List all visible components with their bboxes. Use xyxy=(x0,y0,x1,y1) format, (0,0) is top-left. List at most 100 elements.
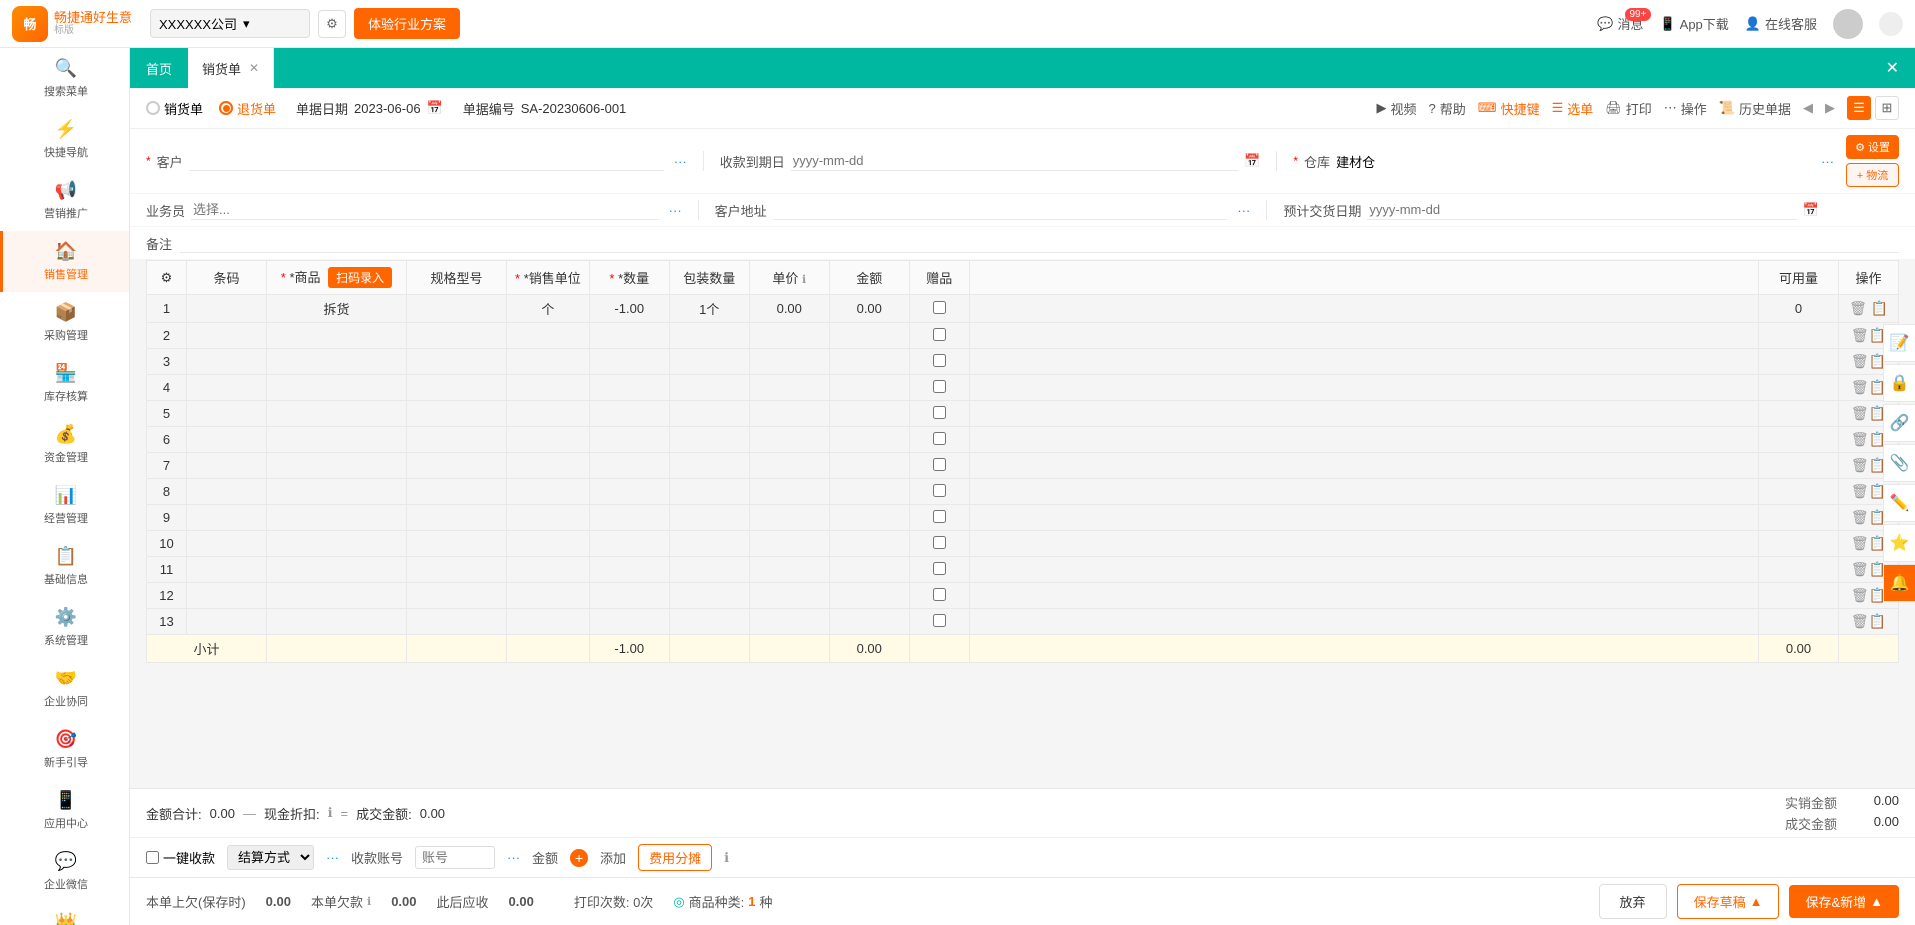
setup-button[interactable]: ⚙ 设置 xyxy=(1846,135,1899,159)
gift-checkbox-6[interactable] xyxy=(933,432,946,445)
sidebar-item-vip[interactable]: 👑 畅会员 xyxy=(0,902,129,925)
action-history[interactable]: 📜 历史单据 xyxy=(1719,99,1791,118)
app-download-button[interactable]: 📱 App下载 xyxy=(1659,14,1728,33)
customer-address-input[interactable] xyxy=(773,200,1228,220)
tab-home[interactable]: 首页 xyxy=(130,48,188,88)
radio-sales-order[interactable]: 销货单 xyxy=(146,99,203,118)
sidebar-item-wechat[interactable]: 💬 企业微信 xyxy=(0,841,129,902)
sidebar-item-basic[interactable]: 📋 基础信息 xyxy=(0,536,129,597)
message-button[interactable]: 💬 消息 99+ xyxy=(1597,14,1643,33)
float-notify-button[interactable]: 🔔 xyxy=(1883,564,1915,602)
scan-button[interactable]: 扫码录入 xyxy=(328,267,392,288)
delivery-date-input[interactable] xyxy=(1367,200,1796,220)
delete-row-9[interactable]: 🗑 xyxy=(1851,509,1869,526)
float-attach-button[interactable]: 📎 xyxy=(1883,444,1915,482)
tab-close-button[interactable]: ✕ xyxy=(249,61,259,75)
abandon-button[interactable]: 放弃 xyxy=(1599,884,1667,919)
expense-info-icon[interactable]: ℹ xyxy=(724,850,729,866)
avatar[interactable] xyxy=(1833,9,1863,39)
copy-row-13[interactable]: 📋 xyxy=(1869,613,1886,630)
delete-row-6[interactable]: 🗑 xyxy=(1851,431,1869,448)
delete-row-1[interactable]: 🗑 xyxy=(1849,300,1867,317)
price-info-icon[interactable]: ℹ xyxy=(802,274,806,286)
delete-row-11[interactable]: 🗑 xyxy=(1851,561,1869,578)
gift-checkbox-4[interactable] xyxy=(933,380,946,393)
add-payment-button[interactable]: + xyxy=(570,849,588,867)
copy-row-1[interactable]: 📋 xyxy=(1870,300,1887,317)
gift-checkbox-8[interactable] xyxy=(933,484,946,497)
action-select[interactable]: ☰ 选单 xyxy=(1552,99,1594,118)
gift-checkbox-9[interactable] xyxy=(933,510,946,523)
salesperson-dots[interactable]: ··· xyxy=(669,203,682,218)
expense-split-button[interactable]: 费用分摊 xyxy=(638,844,712,871)
action-help[interactable]: ? 帮助 xyxy=(1429,99,1466,118)
trial-button[interactable]: 体验行业方案 xyxy=(354,8,460,39)
th-settings[interactable]: ⚙ xyxy=(147,261,187,295)
delete-row-7[interactable]: 🗑 xyxy=(1851,457,1869,474)
settings-button[interactable]: ⚙ xyxy=(318,10,346,38)
sidebar-item-operation[interactable]: 📊 经营管理 xyxy=(0,475,129,536)
sidebar-item-purchase[interactable]: 📦 采购管理 xyxy=(0,292,129,353)
action-operation[interactable]: ⋯ 操作 xyxy=(1664,99,1707,118)
list-view-icon[interactable]: ☰ xyxy=(1847,96,1871,120)
notes-input[interactable] xyxy=(180,233,1899,253)
delete-row-12[interactable]: 🗑 xyxy=(1851,587,1869,604)
customer-input[interactable] xyxy=(189,151,664,171)
save-new-button[interactable]: 保存&新增 ▲ xyxy=(1789,885,1899,918)
account-input[interactable] xyxy=(415,846,495,869)
tab-bar-close-button[interactable]: ✕ xyxy=(1870,58,1915,78)
debt-info-icon[interactable]: ℹ xyxy=(367,895,371,908)
gift-checkbox-1[interactable] xyxy=(933,301,946,314)
account-dots[interactable]: ··· xyxy=(507,850,520,865)
prev-record-icon[interactable]: ◀ xyxy=(1803,100,1813,116)
sidebar-item-enterprise[interactable]: 🤝 企业协同 xyxy=(0,658,129,719)
action-shortcut[interactable]: ⌨ 快捷键 xyxy=(1478,99,1540,118)
grid-view-icon[interactable]: ⊞ xyxy=(1875,96,1899,120)
calendar-icon[interactable]: 📅 xyxy=(427,100,443,116)
one-click-payment-checkbox[interactable]: 一键收款 xyxy=(146,848,215,867)
float-link-button[interactable]: 🔗 xyxy=(1883,404,1915,442)
gift-checkbox-10[interactable] xyxy=(933,536,946,549)
payment-checkbox[interactable] xyxy=(146,851,159,864)
gift-checkbox-13[interactable] xyxy=(933,614,946,627)
delivery-calendar-icon[interactable]: 📅 xyxy=(1803,202,1819,218)
delete-row-4[interactable]: 🗑 xyxy=(1851,379,1869,396)
float-edit-button[interactable]: ✏️ xyxy=(1883,484,1915,522)
customer-dots[interactable]: ··· xyxy=(674,154,687,169)
company-select[interactable]: XXXXXX公司 ▾ xyxy=(150,9,310,38)
discount-info-icon[interactable]: ℹ xyxy=(328,805,333,821)
sidebar-item-sales[interactable]: 🏠 销售管理 xyxy=(0,231,129,292)
gift-checkbox-11[interactable] xyxy=(933,562,946,575)
delete-row-5[interactable]: 🗑 xyxy=(1851,405,1869,422)
address-dots[interactable]: ··· xyxy=(1237,203,1250,218)
online-service-button[interactable]: 👤 在线客服 xyxy=(1745,14,1817,33)
warehouse-dots[interactable]: ··· xyxy=(1821,154,1834,169)
tab-sales-order[interactable]: 销货单 ✕ xyxy=(188,48,274,88)
sidebar-item-quick-nav[interactable]: ⚡ 快捷导航 xyxy=(0,109,129,170)
settlement-select[interactable]: 结算方式 xyxy=(227,845,314,870)
gift-checkbox-3[interactable] xyxy=(933,354,946,367)
sidebar-item-search[interactable]: 🔍 搜索菜单 xyxy=(0,48,129,109)
delete-row-13[interactable]: 🗑 xyxy=(1851,613,1869,630)
float-lock-button[interactable]: 🔒 xyxy=(1883,364,1915,402)
float-star-button[interactable]: ⭐ xyxy=(1883,524,1915,562)
action-print[interactable]: 🖨 打印 xyxy=(1605,99,1652,118)
sidebar-item-marketing[interactable]: 📢 营销推广 xyxy=(0,170,129,231)
action-video[interactable]: ▶ 视频 xyxy=(1377,99,1417,118)
payment-due-input[interactable] xyxy=(791,151,1238,171)
sidebar-item-guide[interactable]: 🎯 新手引导 xyxy=(0,719,129,780)
sidebar-item-finance[interactable]: 💰 资金管理 xyxy=(0,414,129,475)
avatar-2[interactable] xyxy=(1879,12,1903,36)
sidebar-item-app-center[interactable]: 📱 应用中心 xyxy=(0,780,129,841)
logistics-button[interactable]: + 物流 xyxy=(1846,163,1899,187)
payment-calendar-icon[interactable]: 📅 xyxy=(1244,153,1260,169)
salesperson-input[interactable] xyxy=(191,200,659,220)
delete-row-10[interactable]: 🗑 xyxy=(1851,535,1869,552)
gift-checkbox-2[interactable] xyxy=(933,328,946,341)
gift-checkbox-5[interactable] xyxy=(933,406,946,419)
settlement-dots[interactable]: ··· xyxy=(326,850,339,865)
float-notes-button[interactable]: 📝 xyxy=(1883,324,1915,362)
sidebar-item-inventory[interactable]: 🏪 库存核算 xyxy=(0,353,129,414)
delete-row-3[interactable]: 🗑 xyxy=(1851,353,1869,370)
delete-row-2[interactable]: 🗑 xyxy=(1851,327,1869,344)
